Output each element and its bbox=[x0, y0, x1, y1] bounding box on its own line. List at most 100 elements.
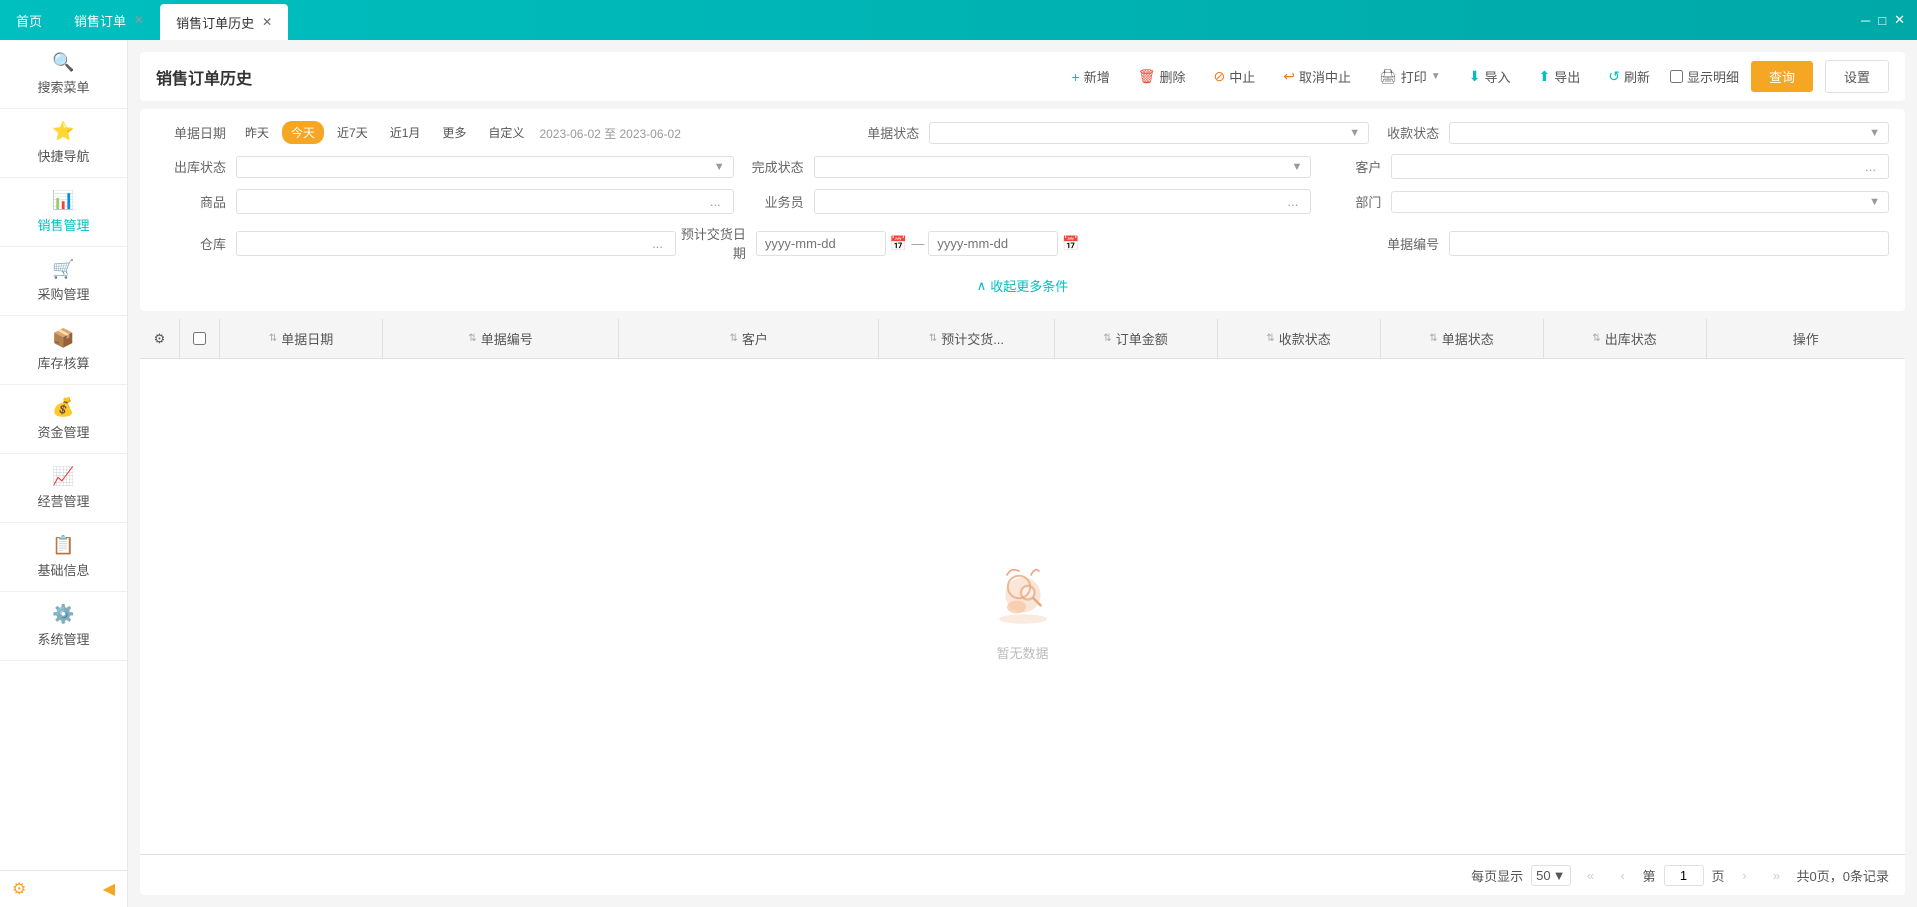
warehouse-label: 仓库 bbox=[156, 234, 236, 253]
sidebar-item-purchase[interactable]: 🛒 采购管理 bbox=[0, 247, 127, 316]
th-pay-status[interactable]: ⇅ 收款状态 bbox=[1218, 319, 1381, 358]
th-doc-status[interactable]: ⇅ 单据状态 bbox=[1381, 319, 1544, 358]
th-ship-status[interactable]: ⇅ 出库状态 bbox=[1544, 319, 1707, 358]
date-more[interactable]: 更多 bbox=[433, 121, 475, 144]
th-checkbox[interactable] bbox=[180, 319, 220, 358]
tab-sales-order-history-close[interactable]: ✕ bbox=[262, 15, 272, 29]
sidebar-item-quick-nav[interactable]: ⭐ 快捷导航 bbox=[0, 109, 127, 178]
th-delivery[interactable]: ⇅ 预计交货... bbox=[879, 319, 1054, 358]
pagination: 每页显示 50 ▼ « ‹ 第 页 › bbox=[140, 854, 1905, 895]
date-today[interactable]: 今天 bbox=[282, 121, 324, 144]
select-all-checkbox[interactable] bbox=[193, 332, 206, 345]
last-page-button[interactable]: » bbox=[1765, 863, 1789, 887]
gear-icon: ⚙️ bbox=[52, 604, 74, 625]
tab-home[interactable]: 首页 bbox=[0, 0, 58, 40]
calendar-end-icon[interactable]: 📅 bbox=[1062, 235, 1079, 252]
print-icon: 🖨 bbox=[1379, 68, 1397, 85]
filter-delivery-date: 预计交货日期 📅 — 📅 bbox=[676, 224, 1369, 262]
delivery-date-start[interactable] bbox=[756, 231, 886, 256]
doc-no-input[interactable] bbox=[1458, 236, 1880, 251]
sidebar-item-inventory[interactable]: 📦 库存核算 bbox=[0, 316, 127, 385]
plus-icon: + bbox=[1072, 69, 1080, 85]
sidebar-item-search[interactable]: 🔍 搜索菜单 bbox=[0, 40, 127, 109]
stop-button[interactable]: ⊘ 中止 bbox=[1206, 63, 1264, 90]
th-docno[interactable]: ⇅ 单据编号 bbox=[383, 319, 619, 358]
department-select[interactable]: ▼ bbox=[1391, 191, 1889, 213]
sidebar-item-operation[interactable]: 📈 经营管理 bbox=[0, 454, 127, 523]
date-7days[interactable]: 近7天 bbox=[328, 121, 377, 144]
refresh-button[interactable]: ↺ 刷新 bbox=[1600, 63, 1658, 90]
tab-sales-order[interactable]: 销售订单 ✕ bbox=[58, 0, 160, 40]
settings-button[interactable]: 设置 bbox=[1825, 60, 1889, 93]
sidebar-collapse-icon[interactable]: ◀ bbox=[103, 879, 115, 899]
customer-label: 客户 bbox=[1311, 157, 1391, 176]
query-button[interactable]: 查询 bbox=[1751, 61, 1813, 92]
date-control: 昨天 今天 近7天 近1月 更多 自定义 2023-06-02 至 2023-0… bbox=[236, 121, 849, 144]
delivery-date-end[interactable] bbox=[928, 231, 1058, 256]
sidebar-settings-icon[interactable]: ⚙ bbox=[12, 879, 26, 899]
goods-ellipsis-icon[interactable]: ... bbox=[706, 194, 725, 209]
delete-button[interactable]: 🗑 删除 bbox=[1130, 63, 1194, 90]
window-close[interactable]: ✕ bbox=[1894, 12, 1905, 28]
salesperson-input[interactable] bbox=[823, 194, 1284, 209]
date-yesterday[interactable]: 昨天 bbox=[236, 121, 278, 144]
next-page-button[interactable]: › bbox=[1733, 863, 1757, 887]
cancel-stop-button-label: 取消中止 bbox=[1299, 67, 1351, 86]
page-word: 页 bbox=[1712, 866, 1725, 885]
warehouse-ellipsis-icon[interactable]: ... bbox=[648, 236, 667, 251]
ship-status-select[interactable]: ▼ bbox=[236, 156, 734, 178]
filter-doc-status: 单据状态 ▼ bbox=[849, 122, 1369, 144]
prev-page-button[interactable]: ‹ bbox=[1611, 863, 1635, 887]
import-icon: ⬇ bbox=[1469, 68, 1481, 85]
refresh-icon: ↺ bbox=[1608, 68, 1620, 85]
collapse-button[interactable]: ∧ 收起更多条件 bbox=[156, 272, 1889, 299]
sidebar-item-system-label: 系统管理 bbox=[37, 629, 89, 648]
customer-input[interactable] bbox=[1400, 159, 1861, 174]
warehouse-input[interactable] bbox=[245, 236, 648, 251]
window-minimize[interactable]: ─ bbox=[1861, 13, 1870, 28]
stop-icon: ⊘ bbox=[1214, 68, 1226, 85]
th-amount[interactable]: ⇅ 订单金额 bbox=[1055, 319, 1218, 358]
import-button[interactable]: ⬇ 导入 bbox=[1461, 63, 1519, 90]
filter-row-2: 出库状态 ▼ 完成状态 ▼ 客户 bbox=[156, 154, 1889, 179]
sidebar-item-system[interactable]: ⚙️ 系统管理 bbox=[0, 592, 127, 661]
th-date[interactable]: ⇅ 单据日期 bbox=[220, 319, 383, 358]
calendar-start-icon[interactable]: 📅 bbox=[890, 235, 907, 252]
sidebar-item-inventory-label: 库存核算 bbox=[37, 353, 89, 372]
cancel-stop-button[interactable]: ↩ 取消中止 bbox=[1275, 63, 1359, 90]
complete-status-select[interactable]: ▼ bbox=[814, 156, 1312, 178]
refresh-button-label: 刷新 bbox=[1624, 67, 1650, 86]
sidebar-item-finance[interactable]: 💰 资金管理 bbox=[0, 385, 127, 454]
sidebar-item-search-label: 搜索菜单 bbox=[37, 77, 89, 96]
tab-sales-order-close[interactable]: ✕ bbox=[134, 13, 144, 27]
sidebar: 🔍 搜索菜单 ⭐ 快捷导航 📊 销售管理 🛒 采购管理 📦 库存核算 💰 资金管… bbox=[0, 40, 128, 907]
salesperson-ellipsis-icon[interactable]: ... bbox=[1284, 194, 1303, 209]
window-maximize[interactable]: □ bbox=[1878, 13, 1886, 28]
tab-sales-order-history[interactable]: 销售订单历史 ✕ bbox=[160, 4, 288, 40]
filter-ship-status: 出库状态 ▼ bbox=[156, 156, 734, 178]
customer-ellipsis-icon[interactable]: ... bbox=[1861, 159, 1880, 174]
settings-icon: ⚙ bbox=[154, 331, 166, 347]
current-page-input[interactable] bbox=[1664, 865, 1704, 886]
doc-status-select[interactable]: ▼ bbox=[929, 122, 1369, 144]
goods-input[interactable] bbox=[245, 194, 706, 209]
sidebar-item-basic[interactable]: 📋 基础信息 bbox=[0, 523, 127, 592]
new-button[interactable]: + 新增 bbox=[1064, 63, 1118, 90]
page-size-select[interactable]: 50 ▼ bbox=[1531, 865, 1570, 886]
date-1month[interactable]: 近1月 bbox=[381, 121, 430, 144]
show-details-checkbox[interactable]: 显示明细 bbox=[1670, 67, 1739, 86]
sidebar-item-basic-label: 基础信息 bbox=[37, 560, 89, 579]
filter-date: 单据日期 昨天 今天 近7天 近1月 更多 自定义 2023 bbox=[156, 121, 849, 144]
th-settings[interactable]: ⚙ bbox=[140, 319, 180, 358]
empty-illustration bbox=[983, 551, 1063, 631]
print-button[interactable]: 🖨 打印 ▼ bbox=[1371, 63, 1449, 90]
th-customer[interactable]: ⇅ 客户 bbox=[619, 319, 879, 358]
show-details-input[interactable] bbox=[1670, 70, 1683, 83]
date-custom[interactable]: 自定义 bbox=[479, 121, 533, 144]
sidebar-item-sales[interactable]: 📊 销售管理 bbox=[0, 178, 127, 247]
pay-status-select[interactable]: ▼ bbox=[1449, 122, 1889, 144]
first-page-button[interactable]: « bbox=[1579, 863, 1603, 887]
export-button[interactable]: ⬆ 导出 bbox=[1530, 63, 1588, 90]
page-header: 销售订单历史 + 新增 🗑 删除 ⊘ 中止 ↩ bbox=[140, 52, 1905, 101]
content-area: 销售订单历史 + 新增 🗑 删除 ⊘ 中止 ↩ bbox=[128, 40, 1917, 907]
